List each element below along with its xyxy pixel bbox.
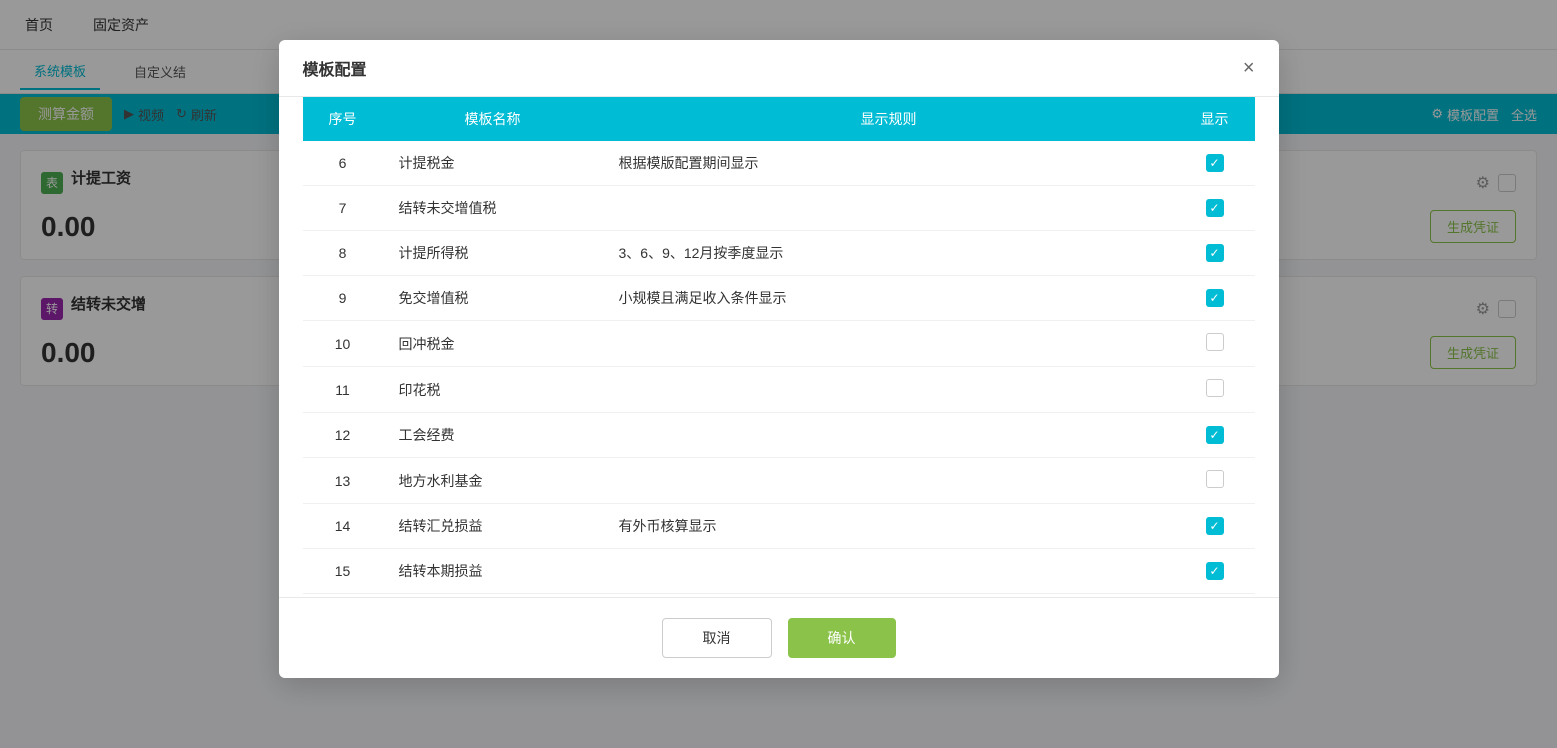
modal-body: 序号 模板名称 显示规则 显示 6计提税金根据模版配置期间显示✓7结转未交增值税… — [279, 97, 1279, 597]
modal-close-button[interactable]: × — [1243, 58, 1255, 78]
row-rule: 3、6、9、12月按季度显示 — [603, 231, 1175, 276]
checkbox-checked[interactable]: ✓ — [1206, 517, 1224, 535]
row-name: 结转汇兑损益 — [383, 504, 603, 549]
row-rule: 根据模版配置期间显示 — [603, 141, 1175, 186]
row-id: 6 — [303, 141, 383, 186]
row-checkbox-cell: ✓ — [1175, 549, 1255, 594]
config-table: 序号 模板名称 显示规则 显示 6计提税金根据模版配置期间显示✓7结转未交增值税… — [303, 97, 1255, 597]
row-name: 计提所得税 — [383, 231, 603, 276]
table-row: 15结转本期损益 ✓ — [303, 549, 1255, 594]
row-checkbox-cell: ✓ — [1175, 231, 1255, 276]
table-row: 12工会经费 ✓ — [303, 413, 1255, 458]
modal-title: 模板配置 — [303, 56, 367, 80]
checkbox-checked[interactable]: ✓ — [1206, 562, 1224, 580]
row-rule: 有外币核算显示 — [603, 504, 1175, 549]
row-rule — [603, 549, 1175, 594]
col-header-name: 模板名称 — [383, 97, 603, 141]
row-name: 结转本期损益 — [383, 549, 603, 594]
row-rule — [603, 186, 1175, 231]
checkbox-checked[interactable]: ✓ — [1206, 289, 1224, 307]
table-row: 13地方水利基金 — [303, 458, 1255, 504]
row-id: 11 — [303, 367, 383, 413]
checkbox-checked[interactable]: ✓ — [1206, 244, 1224, 262]
row-id: 8 — [303, 231, 383, 276]
table-row: 11印花税 — [303, 367, 1255, 413]
row-id: 14 — [303, 504, 383, 549]
row-checkbox-cell — [1175, 458, 1255, 504]
row-checkbox-cell: ✓ — [1175, 504, 1255, 549]
table-row: 14结转汇兑损益有外币核算显示 ✓ — [303, 504, 1255, 549]
row-rule — [603, 367, 1175, 413]
row-checkbox-cell — [1175, 367, 1255, 413]
table-row: 7结转未交增值税 ✓ — [303, 186, 1255, 231]
row-checkbox-cell: ✓ — [1175, 141, 1255, 186]
row-rule — [603, 413, 1175, 458]
row-checkbox-cell — [1175, 321, 1255, 367]
table-row: 8计提所得税3、6、9、12月按季度显示 ✓ — [303, 231, 1255, 276]
row-checkbox-cell: ✓ — [1175, 276, 1255, 321]
row-id: 15 — [303, 549, 383, 594]
row-name: 免交增值税 — [383, 276, 603, 321]
modal-template-config: 模板配置 × 序号 模板名称 显示规则 显示 6计提税金根据模版配置期间显示✓7… — [279, 40, 1279, 678]
checkbox-unchecked[interactable] — [1206, 333, 1224, 351]
row-name: 工会经费 — [383, 413, 603, 458]
row-name: 计提税金 — [383, 141, 603, 186]
row-checkbox-cell: ✓ — [1175, 413, 1255, 458]
cancel-button[interactable]: 取消 — [662, 618, 772, 658]
row-id: 7 — [303, 186, 383, 231]
col-header-rule: 显示规则 — [603, 97, 1175, 141]
row-name: 印花税 — [383, 367, 603, 413]
checkbox-unchecked[interactable] — [1206, 379, 1224, 397]
row-id: 9 — [303, 276, 383, 321]
row-name: 回冲税金 — [383, 321, 603, 367]
col-header-id: 序号 — [303, 97, 383, 141]
confirm-button[interactable]: 确认 — [788, 618, 896, 658]
row-rule — [603, 458, 1175, 504]
checkbox-checked[interactable]: ✓ — [1206, 199, 1224, 217]
row-id: 10 — [303, 321, 383, 367]
checkbox-unchecked[interactable] — [1206, 470, 1224, 488]
row-id: 12 — [303, 413, 383, 458]
modal-footer: 取消 确认 — [279, 597, 1279, 678]
table-row: 6计提税金根据模版配置期间显示 ✓ — [303, 141, 1255, 186]
row-name: 结转未交增值税 — [383, 186, 603, 231]
modal-overlay: 模板配置 × 序号 模板名称 显示规则 显示 6计提税金根据模版配置期间显示✓7… — [0, 0, 1557, 748]
table-row: 10回冲税金 — [303, 321, 1255, 367]
checkbox-checked[interactable]: ✓ — [1206, 426, 1224, 444]
row-checkbox-cell: ✓ — [1175, 186, 1255, 231]
table-row: 9免交增值税小规模且满足收入条件显示 ✓ — [303, 276, 1255, 321]
row-rule — [603, 321, 1175, 367]
modal-header: 模板配置 × — [279, 40, 1279, 97]
row-name: 地方水利基金 — [383, 458, 603, 504]
row-id: 13 — [303, 458, 383, 504]
row-rule: 小规模且满足收入条件显示 — [603, 276, 1175, 321]
checkbox-checked[interactable]: ✓ — [1206, 154, 1224, 172]
col-header-display: 显示 — [1175, 97, 1255, 141]
